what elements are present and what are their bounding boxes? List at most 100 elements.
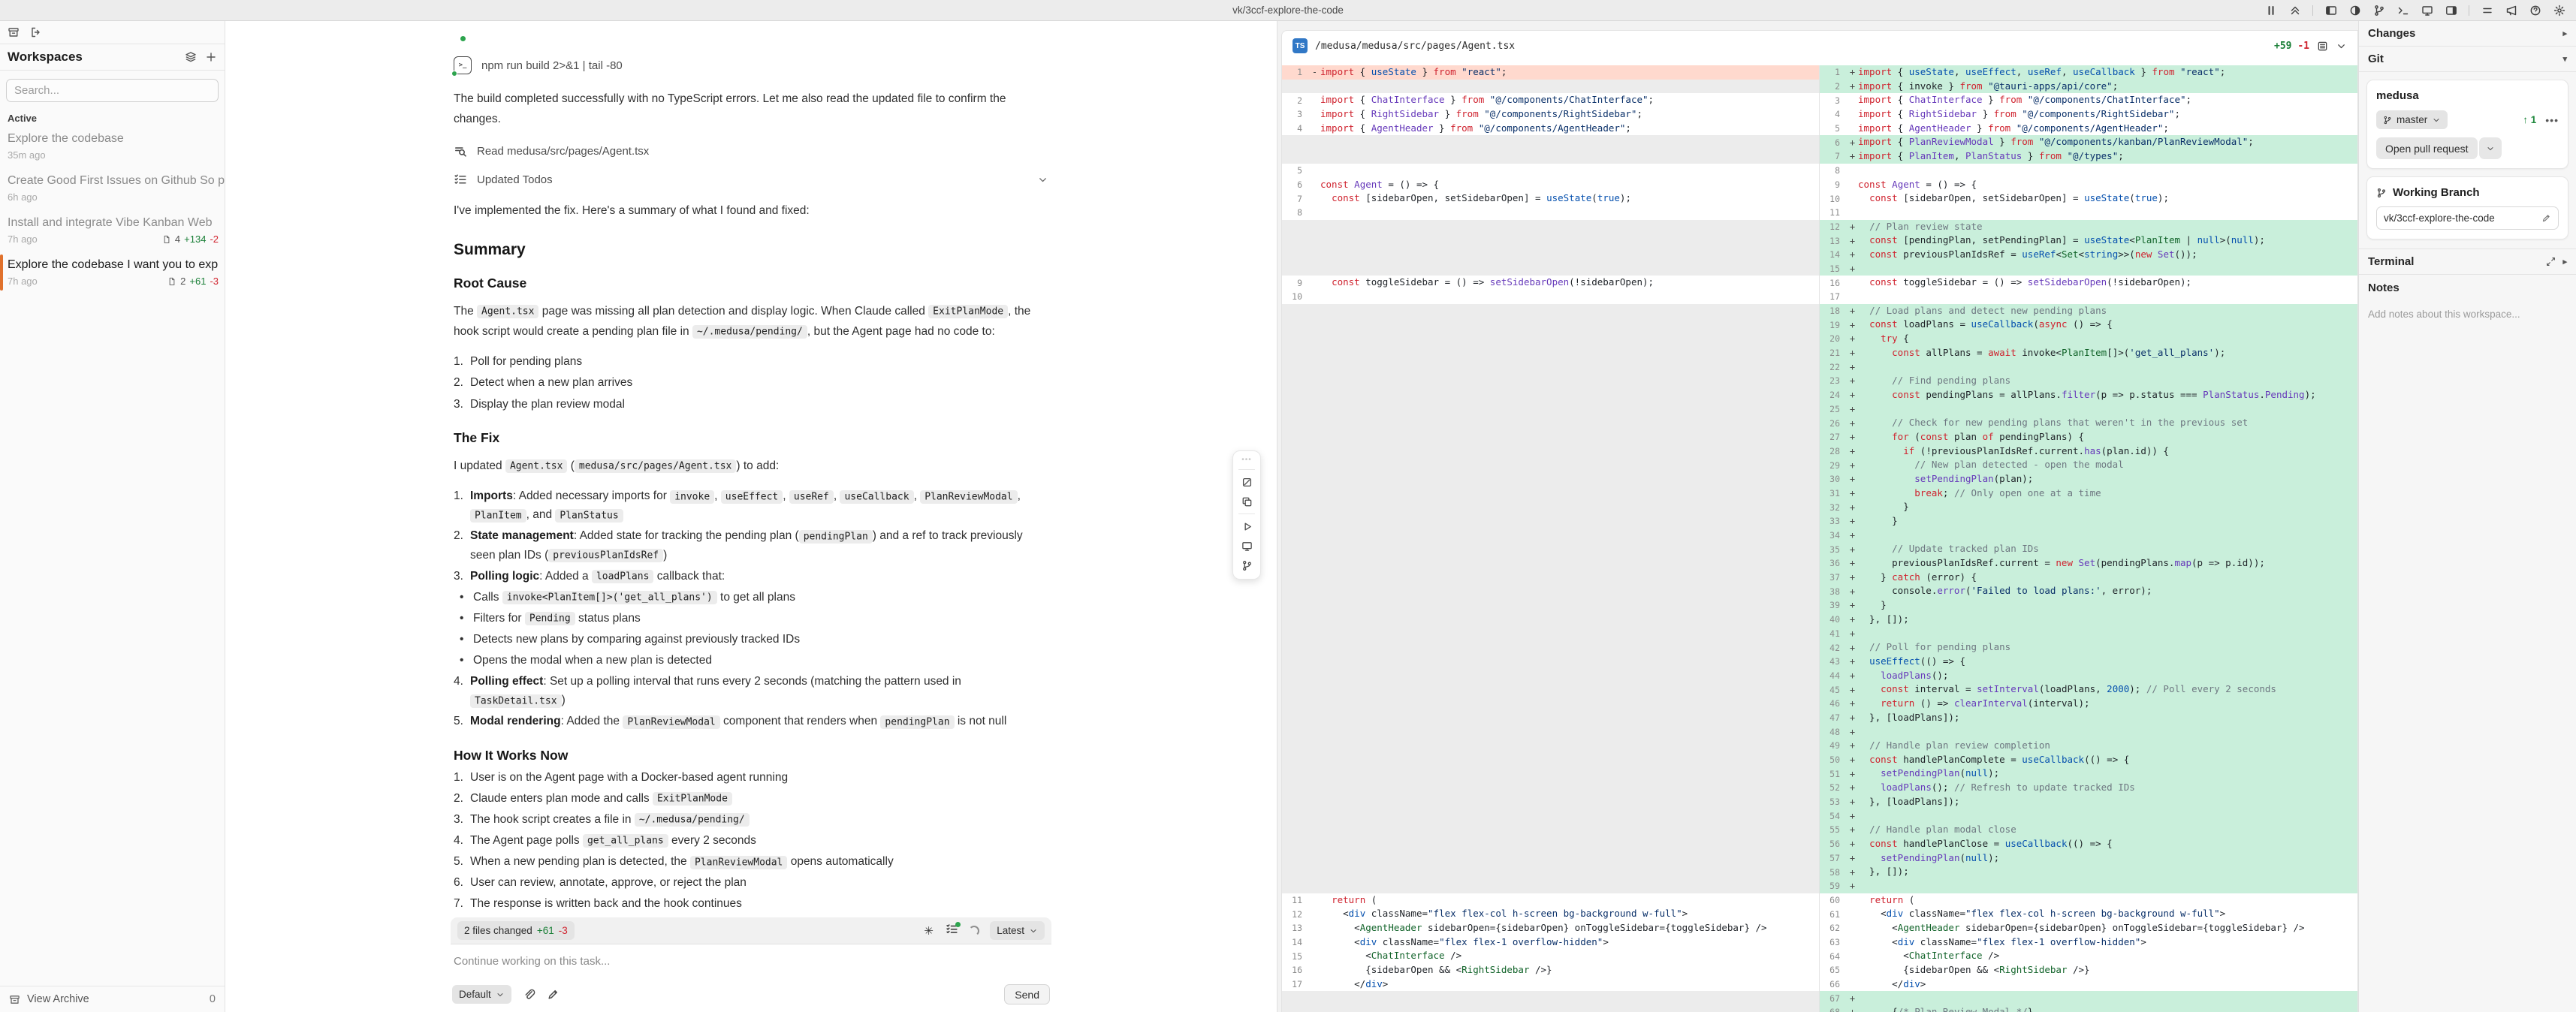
workspace-item[interactable]: Install and integrate Vibe Kanban Web7h … (0, 209, 225, 251)
copy-icon[interactable] (1237, 492, 1256, 511)
composer-input[interactable]: Continue working on this task... (454, 955, 1050, 968)
chevron-down-icon[interactable] (2336, 41, 2347, 52)
diff-line (1282, 991, 1819, 1005)
diff-line (1282, 809, 1819, 823)
chevron-down-icon (2486, 144, 2495, 153)
gear-icon[interactable] (2553, 4, 2565, 17)
workspace-item[interactable]: Create Good First Issues on Github So p6… (0, 167, 225, 209)
play-icon[interactable] (1237, 517, 1256, 536)
repo-name: medusa (2376, 89, 2559, 102)
menu-icon[interactable] (2481, 4, 2493, 17)
changes-section-header[interactable]: Changes ▸ (2359, 21, 2576, 47)
diff-file-header[interactable]: TS /medusa/medusa/src/pages/Agent.tsx +5… (1282, 31, 2357, 61)
diff-line (1282, 135, 1819, 149)
git-branch-icon[interactable] (1237, 556, 1256, 575)
open-pull-request-button[interactable]: Open pull request (2376, 137, 2478, 159)
diff-line: 65 {sidebarOpen && <RightSidebar />} (1820, 963, 2357, 977)
latest-label: Latest (997, 925, 1024, 936)
diff-line (1282, 346, 1819, 360)
chat-bottom-area: 2 files changed +61 -3 ✳ Latest Continue… (225, 917, 1277, 1012)
pause-icon[interactable] (2264, 4, 2277, 17)
latest-dropdown[interactable]: Latest (990, 921, 1045, 940)
archive-icon[interactable] (8, 26, 20, 38)
sign-out-icon[interactable] (30, 26, 42, 38)
megaphone-icon[interactable] (2505, 4, 2517, 17)
diff-line: 30+ setPendingPlan(plan); (1820, 472, 2357, 486)
terminal-icon[interactable] (2397, 4, 2409, 17)
title-bar: vk/3ccf-explore-the-code (0, 0, 2576, 21)
list-item: 3.Polling logic: Added a loadPlans callb… (454, 567, 1048, 586)
diff-line: 42+ // Poll for pending plans (1820, 640, 2357, 655)
branch-dropdown[interactable]: master (2376, 110, 2448, 129)
diff-line (1282, 514, 1819, 529)
collapse-up-icon[interactable] (2288, 4, 2301, 17)
bullet-list: •Calls invoke<PlanItem[]>('get_all_plans… (454, 588, 1048, 670)
files-changed-chip[interactable]: 2 files changed +61 -3 (457, 921, 575, 940)
diff-line (1282, 571, 1819, 585)
diff-line (1282, 360, 1819, 374)
assistant-paragraph: The Agent.tsx page was missing all plan … (454, 302, 1048, 342)
diff-line: 3import { ChatInterface } from "@/compon… (1820, 93, 2357, 107)
window-title: vk/3ccf-explore-the-code (0, 5, 2576, 16)
diff-line (1282, 724, 1819, 739)
list-item: •Opens the modal when a new plan is dete… (454, 651, 1048, 670)
monitor-icon[interactable] (2421, 4, 2433, 17)
panel-right-icon[interactable] (2445, 4, 2457, 17)
diff-line: 4import { RightSidebar } from "@/compone… (1820, 107, 2357, 122)
diff-line: 15 <ChatInterface /> (1282, 949, 1819, 963)
git-branch-icon[interactable] (2372, 4, 2385, 17)
status-dot (955, 922, 961, 927)
file-search-icon (454, 144, 467, 158)
more-options-icon[interactable]: ••• (2545, 114, 2559, 126)
inline-code: invoke<PlanItem[]>('get_all_plans') (502, 591, 717, 604)
mode-dropdown[interactable]: Default (452, 985, 511, 1004)
chevron-down-icon[interactable] (1037, 174, 1048, 185)
typescript-file-icon: TS (1293, 38, 1308, 53)
new-workspace-button[interactable] (205, 51, 217, 63)
diff-line: 64 <ChatInterface /> (1820, 949, 2357, 963)
diff-line (1282, 711, 1819, 725)
send-button[interactable]: Send (1004, 984, 1050, 1004)
tool-call-row[interactable]: >_npm run build 2>&1 | tail -80 (454, 56, 1048, 74)
workspace-item[interactable]: Explore the codebase35m ago (0, 125, 225, 167)
notes-section-header[interactable]: Notes (2359, 275, 2576, 300)
diff-line (1282, 304, 1819, 318)
inline-code: previousPlanIdsRef (548, 549, 663, 562)
expand-icon[interactable] (2546, 257, 2556, 267)
monitor-icon[interactable] (1237, 536, 1256, 556)
contrast-icon[interactable] (2348, 4, 2361, 17)
panel-left-icon[interactable] (2324, 4, 2337, 17)
git-section-header[interactable]: Git ▾ (2359, 47, 2576, 72)
drag-handle[interactable]: ••• (1241, 455, 1252, 467)
edit-icon[interactable] (2541, 213, 2551, 223)
file-icon (162, 235, 171, 244)
working-branch-card: Working Branch vk/3ccf-explore-the-code (2366, 176, 2568, 239)
chat-transcript: >_npm run build 2>&1 | tail -80The build… (454, 21, 1048, 1012)
view-archive-button[interactable]: View Archive 0 (0, 986, 225, 1012)
working-branch-label: Working Branch (2393, 186, 2480, 199)
square-slash-icon[interactable] (1237, 472, 1256, 492)
tool-call-row[interactable]: Read medusa/src/pages/Agent.tsx (454, 144, 1048, 158)
diff-line: 9const Agent = () => { (1820, 178, 2357, 192)
working-branch-input[interactable]: vk/3ccf-explore-the-code (2376, 206, 2559, 230)
terminal-section-header[interactable]: Terminal ▸ (2359, 249, 2576, 275)
diff-line: 40+ }, []); (1820, 613, 2357, 627)
workspace-time: 7h ago (8, 276, 38, 287)
list-item: 6.User can review, annotate, approve, or… (454, 873, 1048, 892)
pr-options-button[interactable] (2479, 137, 2502, 159)
search-input[interactable] (6, 79, 219, 102)
diff-view-icon[interactable] (2317, 41, 2328, 52)
list-item: 4.Polling effect: Set up a polling inter… (454, 672, 1048, 709)
todos-status-icon[interactable] (946, 924, 958, 937)
diff-line: 53+ }, [loadPlans]); (1820, 795, 2357, 809)
workspace-item[interactable]: Explore the codebase I want you to exp7h… (0, 251, 225, 294)
tool-call-row[interactable]: Updated Todos (454, 173, 1048, 186)
pen-icon[interactable] (547, 988, 560, 1001)
attach-icon[interactable] (523, 988, 535, 1001)
notes-input[interactable]: Add notes about this workspace... (2359, 300, 2576, 328)
diff-line: 9 const toggleSidebar = () => setSidebar… (1282, 276, 1819, 290)
burst-icon[interactable]: ✳ (922, 924, 935, 937)
help-icon[interactable] (2529, 4, 2541, 17)
chat-panel: >_npm run build 2>&1 | tail -80The build… (225, 21, 1277, 1012)
layers-icon[interactable] (185, 51, 197, 63)
